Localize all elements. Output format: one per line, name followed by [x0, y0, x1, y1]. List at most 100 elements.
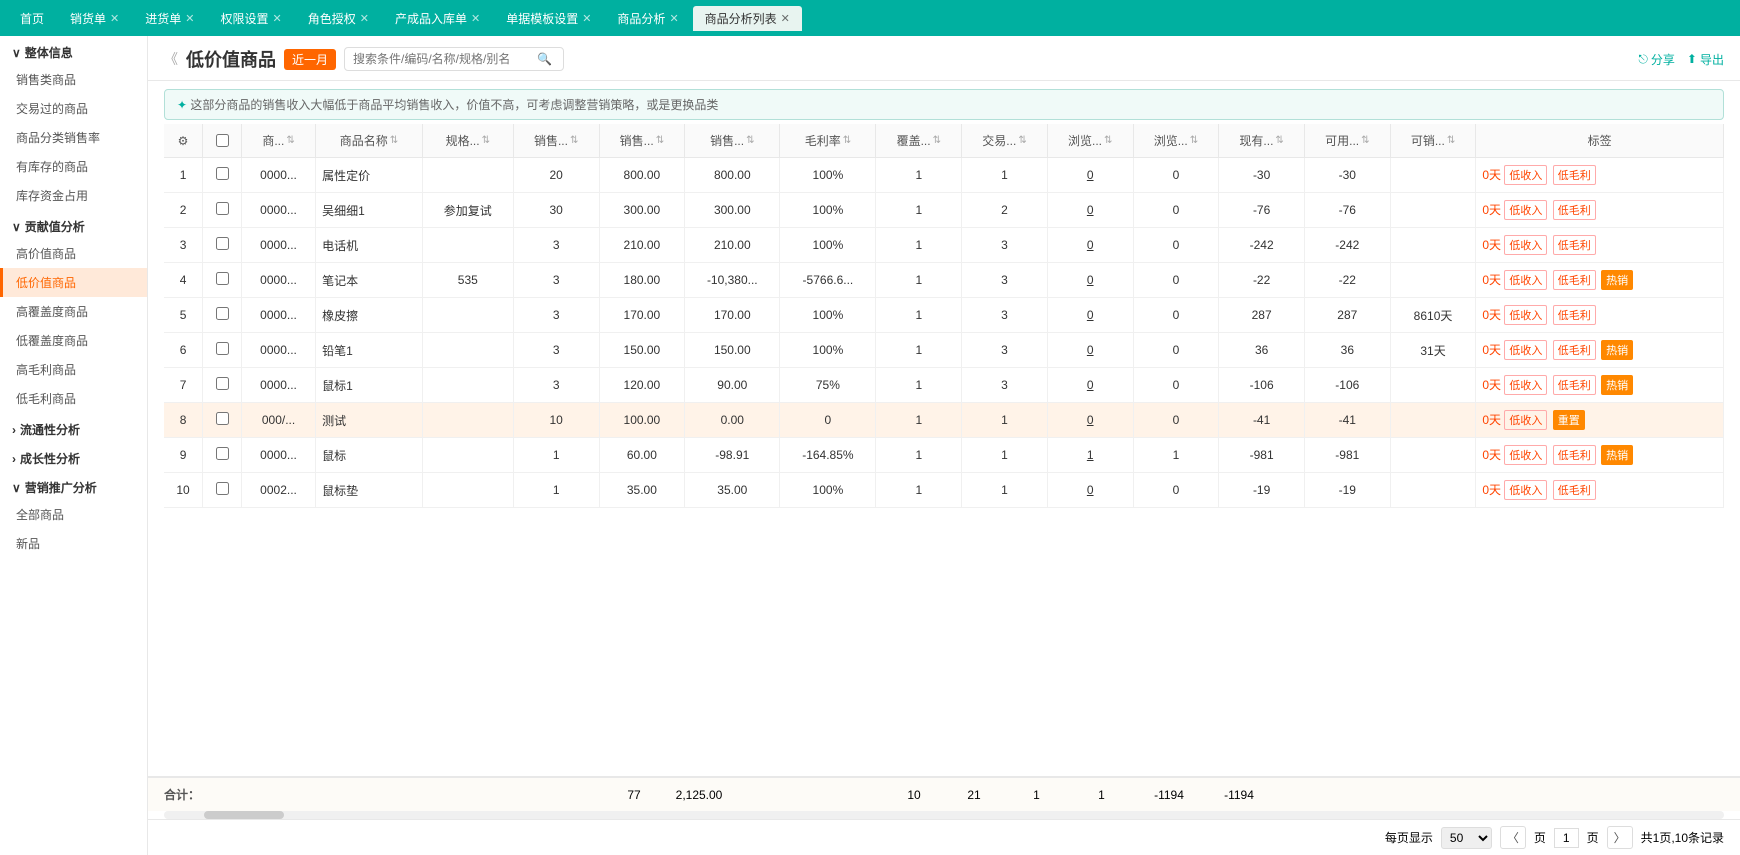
nav-item-analysis-list[interactable]: 商品分析列表 ✕ [693, 6, 802, 31]
col-spec[interactable]: 规格...⇅ [422, 124, 513, 158]
nav-item-stock[interactable]: 产成品入库单 ✕ [383, 6, 492, 31]
horizontal-scrollbar[interactable] [164, 811, 1724, 819]
cell-checkbox[interactable] [203, 333, 242, 368]
select-all-checkbox[interactable] [216, 134, 229, 147]
cell-checkbox[interactable] [203, 368, 242, 403]
pv1-link[interactable]: 0 [1087, 308, 1094, 322]
nav-item-sales[interactable]: 销货单 ✕ [58, 6, 131, 31]
col-stock[interactable]: 现有...⇅ [1219, 124, 1305, 158]
sidebar-item-high-margin[interactable]: 高毛利商品 [0, 355, 147, 384]
row-checkbox[interactable] [216, 482, 229, 495]
sidebar-item-stock-funds[interactable]: 库存资金占用 [0, 181, 147, 210]
pv1-link[interactable]: 0 [1087, 238, 1094, 252]
sidebar-group-contribution[interactable]: ∨ 贡献值分析 [0, 210, 147, 239]
nav-item-analysis[interactable]: 商品分析 ✕ [605, 6, 690, 31]
cell-checkbox[interactable] [203, 403, 242, 438]
sidebar-item-sales-products[interactable]: 销售类商品 [0, 65, 147, 94]
col-qty[interactable]: 销售...⇅ [513, 124, 599, 158]
cell-checkbox[interactable] [203, 228, 242, 263]
nav-analysis-close[interactable]: ✕ [669, 12, 678, 25]
nav-sales-close[interactable]: ✕ [110, 12, 119, 25]
sidebar-item-high-value[interactable]: 高价值商品 [0, 239, 147, 268]
search-input[interactable] [353, 52, 533, 66]
nav-item-purchase[interactable]: 进货单 ✕ [133, 6, 206, 31]
cell-checkbox[interactable] [203, 473, 242, 508]
row-checkbox[interactable] [216, 272, 229, 285]
next-page-button[interactable]: 〉 [1607, 826, 1633, 849]
nav-permission-close[interactable]: ✕ [273, 12, 282, 25]
nav-role-close[interactable]: ✕ [360, 12, 369, 25]
row-checkbox[interactable] [216, 167, 229, 180]
sidebar-group-growth[interactable]: › 成长性分析 [0, 442, 147, 471]
col-pv2[interactable]: 浏览...⇅ [1133, 124, 1219, 158]
col-pv1[interactable]: 浏览...⇅ [1047, 124, 1133, 158]
row-checkbox[interactable] [216, 237, 229, 250]
prev-page-button[interactable]: 〈 [1500, 826, 1526, 849]
cell-pv1[interactable]: 0 [1047, 333, 1133, 368]
cell-pv1[interactable]: 1 [1047, 438, 1133, 473]
nav-item-permission[interactable]: 权限设置 ✕ [208, 6, 293, 31]
pv1-link[interactable]: 0 [1087, 168, 1094, 182]
search-icon[interactable]: 🔍 [537, 52, 552, 66]
sidebar-item-stock-products[interactable]: 有库存的商品 [0, 152, 147, 181]
sidebar-item-low-value[interactable]: 低价值商品 [0, 268, 147, 297]
cell-checkbox[interactable] [203, 263, 242, 298]
sidebar-item-low-margin[interactable]: 低毛利商品 [0, 384, 147, 413]
cell-checkbox[interactable] [203, 298, 242, 333]
cell-checkbox[interactable] [203, 158, 242, 193]
pv1-link[interactable]: 0 [1087, 483, 1094, 497]
nav-item-role[interactable]: 角色授权 ✕ [296, 6, 381, 31]
sidebar-item-traded-products[interactable]: 交易过的商品 [0, 94, 147, 123]
pv1-link[interactable]: 0 [1087, 273, 1094, 287]
col-avail[interactable]: 可用...⇅ [1304, 124, 1390, 158]
cell-checkbox[interactable] [203, 193, 242, 228]
col-name[interactable]: 商品名称⇅ [316, 124, 423, 158]
sidebar-item-all-products[interactable]: 全部商品 [0, 500, 147, 529]
cell-pv1[interactable]: 0 [1047, 473, 1133, 508]
cell-pv1[interactable]: 0 [1047, 228, 1133, 263]
col-code[interactable]: 商...⇅ [241, 124, 315, 158]
time-filter-button[interactable]: 近一月 [284, 49, 336, 70]
nav-template-close[interactable]: ✕ [582, 12, 591, 25]
sidebar-group-circulation[interactable]: › 流通性分析 [0, 413, 147, 442]
col-checkbox[interactable] [203, 124, 242, 158]
per-page-select[interactable]: 50 100 [1441, 827, 1492, 849]
col-trade[interactable]: 交易...⇅ [962, 124, 1048, 158]
sidebar-item-new-products[interactable]: 新品 [0, 529, 147, 558]
cell-pv1[interactable]: 0 [1047, 298, 1133, 333]
cell-pv1[interactable]: 0 [1047, 403, 1133, 438]
row-checkbox[interactable] [216, 307, 229, 320]
col-price[interactable]: 销售...⇅ [599, 124, 685, 158]
nav-purchase-close[interactable]: ✕ [185, 12, 194, 25]
sidebar-item-high-coverage[interactable]: 高覆盖度商品 [0, 297, 147, 326]
col-sellable[interactable]: 可销...⇅ [1390, 124, 1476, 158]
sidebar-item-category-sales-rate[interactable]: 商品分类销售率 [0, 123, 147, 152]
nav-home[interactable]: 首页 [8, 6, 56, 31]
col-cover[interactable]: 覆盖...⇅ [876, 124, 962, 158]
sidebar-group-overall[interactable]: ∨ 整体信息 [0, 36, 147, 65]
pv1-link[interactable]: 0 [1087, 203, 1094, 217]
row-checkbox[interactable] [216, 202, 229, 215]
row-checkbox[interactable] [216, 342, 229, 355]
cell-checkbox[interactable] [203, 438, 242, 473]
cell-pv1[interactable]: 0 [1047, 193, 1133, 228]
cell-pv1[interactable]: 0 [1047, 368, 1133, 403]
cell-pv1[interactable]: 0 [1047, 263, 1133, 298]
pv1-link[interactable]: 1 [1087, 448, 1094, 462]
cell-pv1[interactable]: 0 [1047, 158, 1133, 193]
current-page[interactable]: 1 [1554, 828, 1579, 848]
share-button[interactable]: ⎋ 分享 [1638, 51, 1675, 68]
col-gross[interactable]: 毛利率⇅ [780, 124, 876, 158]
pv1-link[interactable]: 0 [1087, 413, 1094, 427]
nav-analysis-list-close[interactable]: ✕ [781, 12, 790, 25]
sidebar-collapse-button[interactable]: 《 [164, 49, 178, 69]
pv1-link[interactable]: 0 [1087, 378, 1094, 392]
row-checkbox[interactable] [216, 377, 229, 390]
row-checkbox[interactable] [216, 412, 229, 425]
sidebar-group-marketing[interactable]: ∨ 营销推广分析 [0, 471, 147, 500]
export-button[interactable]: ⬆ 导出 [1687, 51, 1724, 68]
col-sales[interactable]: 销售...⇅ [685, 124, 780, 158]
pv1-link[interactable]: 0 [1087, 343, 1094, 357]
nav-item-template[interactable]: 单据模板设置 ✕ [494, 6, 603, 31]
row-checkbox[interactable] [216, 447, 229, 460]
